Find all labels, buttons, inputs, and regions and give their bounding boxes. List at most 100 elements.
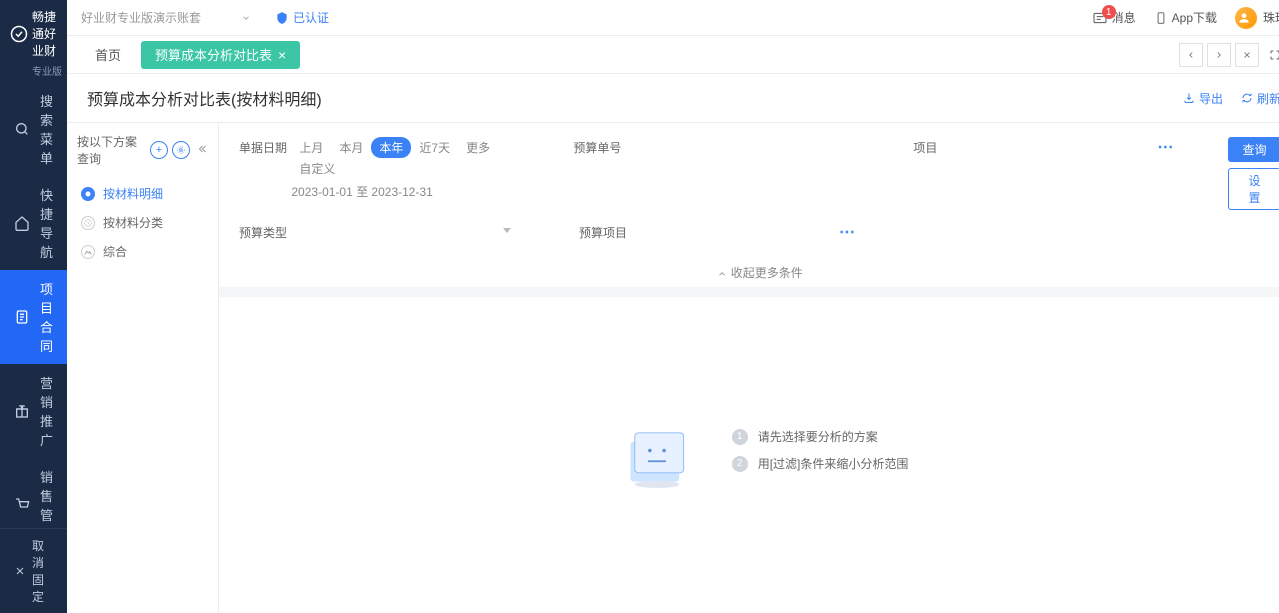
sidebar-unpin-label: 取消固定 <box>32 537 53 605</box>
scheme-collapse-button[interactable] <box>196 143 208 158</box>
export-button[interactable]: 导出 <box>1183 90 1223 107</box>
tab-budget-analysis[interactable]: 预算成本分析对比表 × <box>141 41 300 69</box>
app-download-label: App下载 <box>1172 9 1217 26</box>
scheme-title: 按以下方案查询 <box>77 133 146 167</box>
scheme-panel: 按以下方案查询 + 按材料明细按材料分类综合 <box>67 123 219 613</box>
nav-list: 搜索菜单快捷导航项目合同营销推广销售管理采购管理库存核算资金管理总账管理发票管理… <box>0 78 67 528</box>
filter-area: 单据日期 上月本月本年近7天更多自定义 2023-01-01 至 2023-12… <box>219 123 1279 258</box>
nav-item-label: 搜索菜单 <box>40 91 53 167</box>
search-icon <box>14 121 30 137</box>
nav-item-contract[interactable]: 项目合同 <box>0 270 67 364</box>
step-text-2: 用[过滤]条件来缩小分析范围 <box>758 455 909 472</box>
tab-close-all-button[interactable] <box>1235 43 1259 67</box>
message-badge: 1 <box>1102 5 1116 19</box>
app-edition: 专业版 <box>0 63 67 78</box>
budget-item-more-icon[interactable]: ⋯ <box>839 222 855 242</box>
step-num-1: 1 <box>732 429 748 445</box>
sidebar: 畅捷通好业财 专业版 搜索菜单快捷导航项目合同营销推广销售管理采购管理库存核算资… <box>0 0 67 613</box>
scheme-item-label: 按材料分类 <box>103 214 163 231</box>
filter-wrap: 单据日期 上月本月本年近7天更多自定义 2023-01-01 至 2023-12… <box>219 123 1279 613</box>
project-more-icon[interactable]: ⋯ <box>1157 137 1173 157</box>
date-label: 单据日期 <box>239 137 291 156</box>
scheme-item-2[interactable]: 综合 <box>77 237 208 266</box>
chevron-down-icon <box>241 13 251 23</box>
sale-icon <box>14 497 30 513</box>
fullscreen-button[interactable] <box>1263 43 1279 67</box>
date-preset-近7天[interactable]: 近7天 <box>411 137 458 158</box>
budget-no-label: 预算单号 <box>573 137 626 156</box>
scheme-item-icon <box>81 245 95 259</box>
filter-collapse-label: 收起更多条件 <box>731 266 803 280</box>
scheme-item-icon <box>81 216 95 230</box>
nav-item-search[interactable]: 搜索菜单 <box>0 82 67 176</box>
date-presets: 上月本月本年近7天更多自定义 <box>291 141 498 176</box>
user-menu[interactable]: 珠珠 <box>1235 7 1279 29</box>
settings-button[interactable]: 设置 <box>1228 168 1279 210</box>
empty-illustration-icon <box>612 415 702 495</box>
home-icon <box>14 215 30 231</box>
app-name: 畅捷通好业财 <box>32 8 57 59</box>
budget-no-input[interactable] <box>627 137 874 157</box>
tab-home[interactable]: 首页 <box>81 41 135 69</box>
date-preset-自定义[interactable]: 自定义 <box>291 158 343 179</box>
scheme-add-button[interactable]: + <box>150 141 168 159</box>
tab-close-icon[interactable]: × <box>278 47 286 63</box>
scheme-item-label: 综合 <box>103 243 127 260</box>
phone-icon <box>1154 11 1168 25</box>
date-preset-上月[interactable]: 上月 <box>291 137 331 158</box>
date-preset-更多[interactable]: 更多 <box>458 137 498 158</box>
filter-collapse-button[interactable]: 收起更多条件 <box>219 258 1279 287</box>
unpin-icon <box>14 565 26 577</box>
chevron-up-double-icon <box>717 269 727 279</box>
date-preset-本年[interactable]: 本年 <box>371 137 411 158</box>
close-icon <box>1242 50 1252 60</box>
tab-active-label: 预算成本分析对比表 <box>155 45 272 64</box>
collapse-left-icon <box>196 143 208 155</box>
gift-icon <box>14 403 30 419</box>
scheme-settings-button[interactable] <box>172 141 190 159</box>
shield-icon <box>275 11 289 25</box>
tab-prev-button[interactable] <box>1179 43 1203 67</box>
app-download-button[interactable]: App下载 <box>1154 9 1217 26</box>
scheme-item-1[interactable]: 按材料分类 <box>77 208 208 237</box>
nav-item-gift[interactable]: 营销推广 <box>0 364 67 458</box>
budget-item-input[interactable] <box>635 222 835 242</box>
nav-item-sale[interactable]: 销售管理 <box>0 458 67 528</box>
content-area: 按以下方案查询 + 按材料明细按材料分类综合 单据日期 上月本月本年近7天更多自… <box>67 123 1279 613</box>
scheme-item-label: 按材料明细 <box>103 185 163 202</box>
verified-label: 已认证 <box>293 9 329 26</box>
avatar-icon <box>1235 7 1257 29</box>
tab-next-button[interactable] <box>1207 43 1231 67</box>
message-button[interactable]: 消息 1 <box>1092 9 1136 26</box>
scheme-header: 按以下方案查询 + <box>77 133 208 167</box>
tab-home-label: 首页 <box>95 45 121 64</box>
account-name: 好业财专业版演示账套 <box>81 9 201 26</box>
refresh-button[interactable]: 刷新 <box>1241 90 1279 107</box>
nav-item-label: 快捷导航 <box>40 185 53 261</box>
empty-state: 1 请先选择要分析的方案 2 用[过滤]条件来缩小分析范围 <box>219 297 1279 613</box>
topbar: 好业财专业版演示账套 已认证 消息 1 App下载 珠珠 <box>67 0 1279 36</box>
date-range: 2023-01-01 至 2023-12-31 <box>291 183 533 200</box>
export-icon <box>1183 92 1195 104</box>
project-input[interactable] <box>953 137 1153 157</box>
sidebar-unpin[interactable]: 取消固定 <box>0 528 67 613</box>
expand-icon <box>1269 49 1279 61</box>
tabbar: 首页 预算成本分析对比表 × <box>67 36 1279 74</box>
gear-icon <box>176 145 186 155</box>
scheme-item-icon <box>81 187 95 201</box>
refresh-label: 刷新 <box>1257 90 1279 107</box>
page-title: 预算成本分析对比表(按材料明细) <box>87 86 1165 110</box>
nav-item-label: 销售管理 <box>40 467 53 528</box>
date-preset-本月[interactable]: 本月 <box>331 137 371 158</box>
scheme-list: 按材料明细按材料分类综合 <box>77 179 208 266</box>
scheme-item-0[interactable]: 按材料明细 <box>77 179 208 208</box>
budget-type-select[interactable] <box>295 222 515 242</box>
budget-type-label: 预算类型 <box>239 222 295 241</box>
nav-item-home[interactable]: 快捷导航 <box>0 176 67 270</box>
step-num-2: 2 <box>732 456 748 472</box>
main-area: 好业财专业版演示账套 已认证 消息 1 App下载 珠珠 <box>67 0 1279 613</box>
logo-icon <box>10 25 28 43</box>
account-selector[interactable]: 好业财专业版演示账套 <box>81 9 251 26</box>
search-button[interactable]: 查询 <box>1228 137 1279 162</box>
nav-item-label: 营销推广 <box>40 373 53 449</box>
